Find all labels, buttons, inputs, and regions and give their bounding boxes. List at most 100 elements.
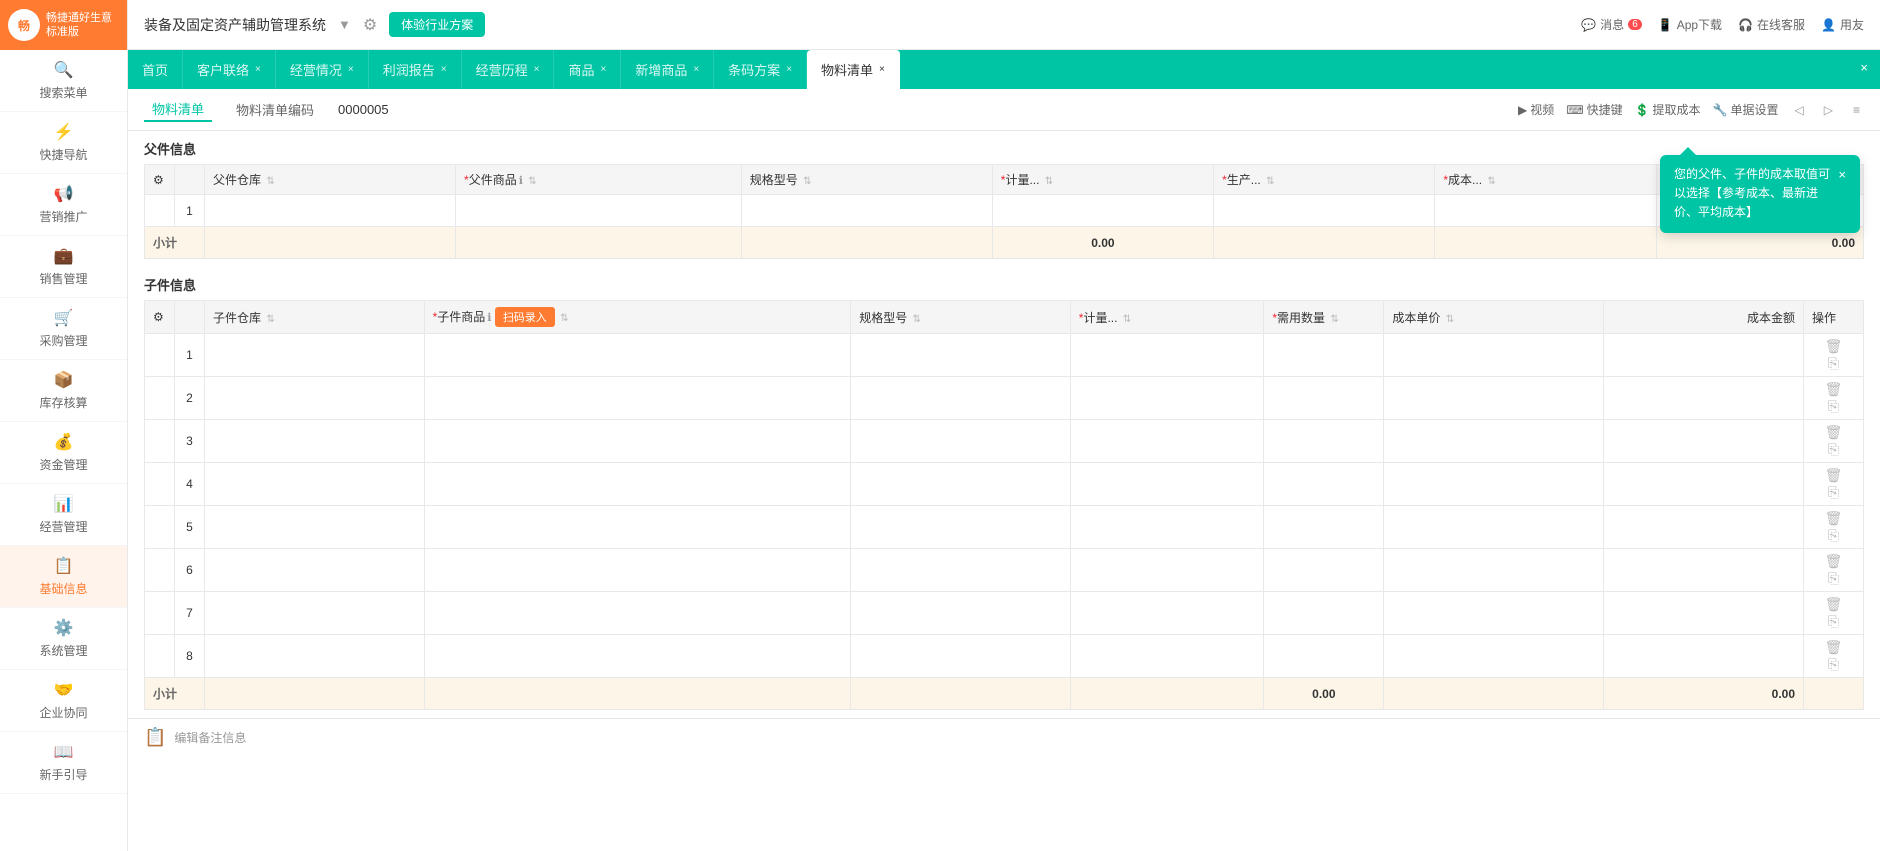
delete-icon-6[interactable]: 🗑 bbox=[1822, 553, 1846, 569]
child-row2-qty[interactable] bbox=[1264, 377, 1384, 420]
child-row5-unit[interactable] bbox=[1070, 506, 1264, 549]
sidebar-item-search[interactable]: 🔍 搜索菜单 bbox=[0, 50, 127, 112]
child-row8-spec[interactable] bbox=[851, 635, 1071, 678]
child-row1-spec[interactable] bbox=[851, 334, 1071, 377]
delete-icon-8[interactable]: 🗑 bbox=[1822, 639, 1846, 655]
tooltip-close-btn[interactable]: × bbox=[1838, 165, 1846, 186]
child-row3-warehouse[interactable] bbox=[205, 420, 425, 463]
tab-close-customer[interactable]: × bbox=[255, 64, 261, 75]
user-menu[interactable]: 👤 用友 bbox=[1821, 16, 1864, 33]
sidebar-item-finance[interactable]: 💰 资金管理 bbox=[0, 422, 127, 484]
child-row7-qty[interactable] bbox=[1264, 592, 1384, 635]
child-row4-qty[interactable] bbox=[1264, 463, 1384, 506]
child-row2-unit-cost[interactable] bbox=[1384, 377, 1604, 420]
parent-row1-produce[interactable] bbox=[1214, 195, 1435, 227]
tab-close-bom[interactable]: × bbox=[879, 64, 885, 75]
child-row6-warehouse[interactable] bbox=[205, 549, 425, 592]
child-row1-warehouse[interactable] bbox=[205, 334, 425, 377]
copy-icon-3[interactable]: ⎘ bbox=[1825, 441, 1842, 457]
parent-row1-spec[interactable] bbox=[741, 195, 992, 227]
child-row2-product[interactable] bbox=[424, 377, 851, 420]
shortcut-btn[interactable]: ⌨ 快捷键 bbox=[1566, 101, 1622, 118]
child-row8-unit-cost[interactable] bbox=[1384, 635, 1604, 678]
child-row4-spec[interactable] bbox=[851, 463, 1071, 506]
child-row4-unit[interactable] bbox=[1070, 463, 1264, 506]
tab-close-newgoods[interactable]: × bbox=[693, 64, 699, 75]
sidebar-item-marketing[interactable]: 📢 营销推广 bbox=[0, 174, 127, 236]
tab-corner-close[interactable]: × bbox=[1848, 50, 1880, 85]
dropdown-icon[interactable]: ▼ bbox=[338, 17, 351, 32]
child-row8-unit[interactable] bbox=[1070, 635, 1264, 678]
child-row1-qty[interactable] bbox=[1264, 334, 1384, 377]
delete-icon-4[interactable]: 🗑 bbox=[1822, 467, 1846, 483]
app-download-button[interactable]: 📱 App下载 bbox=[1658, 16, 1722, 33]
sidebar-item-operation[interactable]: 📊 经营管理 bbox=[0, 484, 127, 546]
next-arrow[interactable]: ▷ bbox=[1820, 101, 1837, 119]
extract-cost-btn[interactable]: 💲 提取成本 bbox=[1635, 101, 1701, 118]
delete-icon-5[interactable]: 🗑 bbox=[1822, 510, 1846, 526]
copy-icon-6[interactable]: ⎘ bbox=[1825, 570, 1842, 586]
child-row7-unit[interactable] bbox=[1070, 592, 1264, 635]
menu-icon[interactable]: ≡ bbox=[1849, 101, 1864, 119]
child-row8-qty[interactable] bbox=[1264, 635, 1384, 678]
tab-profit[interactable]: 利润报告× bbox=[369, 50, 462, 89]
child-row6-unit[interactable] bbox=[1070, 549, 1264, 592]
child-row5-spec[interactable] bbox=[851, 506, 1071, 549]
child-row1-product[interactable] bbox=[424, 334, 851, 377]
tab-close-history[interactable]: × bbox=[534, 64, 540, 75]
settings-icon[interactable]: ⚙ bbox=[363, 15, 377, 35]
child-row6-qty[interactable] bbox=[1264, 549, 1384, 592]
child-row7-unit-cost[interactable] bbox=[1384, 592, 1604, 635]
child-row5-product[interactable] bbox=[424, 506, 851, 549]
child-row1-unit[interactable] bbox=[1070, 334, 1264, 377]
tab-barcode[interactable]: 条码方案× bbox=[714, 50, 807, 89]
sidebar-item-cooperation[interactable]: 🤝 企业协同 bbox=[0, 670, 127, 732]
copy-icon-1[interactable]: ⎘ bbox=[1825, 355, 1842, 371]
child-th-settings[interactable]: ⚙ bbox=[145, 301, 175, 334]
child-row4-unit-cost[interactable] bbox=[1384, 463, 1604, 506]
tab-customer[interactable]: 客户联络× bbox=[183, 50, 276, 89]
prev-arrow[interactable]: ◁ bbox=[1791, 101, 1808, 119]
child-row2-spec[interactable] bbox=[851, 377, 1071, 420]
trial-button[interactable]: 体验行业方案 bbox=[389, 12, 485, 37]
child-row6-product[interactable] bbox=[424, 549, 851, 592]
child-row7-spec[interactable] bbox=[851, 592, 1071, 635]
child-row4-warehouse[interactable] bbox=[205, 463, 425, 506]
sidebar-item-guide[interactable]: 📖 新手引导 bbox=[0, 732, 127, 794]
child-row5-warehouse[interactable] bbox=[205, 506, 425, 549]
scan-input-btn[interactable]: 扫码录入 bbox=[495, 307, 555, 327]
parent-row1-unit[interactable] bbox=[992, 195, 1213, 227]
child-row3-spec[interactable] bbox=[851, 420, 1071, 463]
child-row1-unit-cost[interactable] bbox=[1384, 334, 1604, 377]
child-row3-qty[interactable] bbox=[1264, 420, 1384, 463]
parent-th-settings[interactable]: ⚙ bbox=[145, 165, 175, 195]
child-row8-warehouse[interactable] bbox=[205, 635, 425, 678]
message-button[interactable]: 💬 消息 6 bbox=[1581, 16, 1642, 33]
sidebar-item-purchase[interactable]: 🛒 采购管理 bbox=[0, 298, 127, 360]
child-row5-qty[interactable] bbox=[1264, 506, 1384, 549]
tab-operation[interactable]: 经营情况× bbox=[276, 50, 369, 89]
tab-history[interactable]: 经营历程× bbox=[462, 50, 555, 89]
delete-icon-1[interactable]: 🗑 bbox=[1822, 338, 1846, 354]
copy-icon-2[interactable]: ⎘ bbox=[1825, 398, 1842, 414]
copy-icon-5[interactable]: ⎘ bbox=[1825, 527, 1842, 543]
child-row3-unit-cost[interactable] bbox=[1384, 420, 1604, 463]
parent-row1-product[interactable] bbox=[456, 195, 742, 227]
child-row2-unit[interactable] bbox=[1070, 377, 1264, 420]
delete-icon-3[interactable]: 🗑 bbox=[1822, 424, 1846, 440]
sidebar-item-basic[interactable]: 📋 基础信息 bbox=[0, 546, 127, 608]
sidebar-item-inventory[interactable]: 📦 库存核算 bbox=[0, 360, 127, 422]
sub-tab-bom[interactable]: 物料清单 bbox=[144, 97, 212, 122]
child-row7-product[interactable] bbox=[424, 592, 851, 635]
tab-close-goods[interactable]: × bbox=[600, 64, 606, 75]
child-row6-unit-cost[interactable] bbox=[1384, 549, 1604, 592]
tab-close-profit[interactable]: × bbox=[441, 64, 447, 75]
child-row3-unit[interactable] bbox=[1070, 420, 1264, 463]
sidebar-item-system[interactable]: ⚙️ 系统管理 bbox=[0, 608, 127, 670]
parent-row1-cost[interactable] bbox=[1435, 195, 1656, 227]
online-service-button[interactable]: 🎧 在线客服 bbox=[1738, 16, 1805, 33]
child-row2-warehouse[interactable] bbox=[205, 377, 425, 420]
delete-icon-7[interactable]: 🗑 bbox=[1822, 596, 1846, 612]
video-btn[interactable]: ▶ 视频 bbox=[1518, 101, 1554, 118]
child-row8-product[interactable] bbox=[424, 635, 851, 678]
